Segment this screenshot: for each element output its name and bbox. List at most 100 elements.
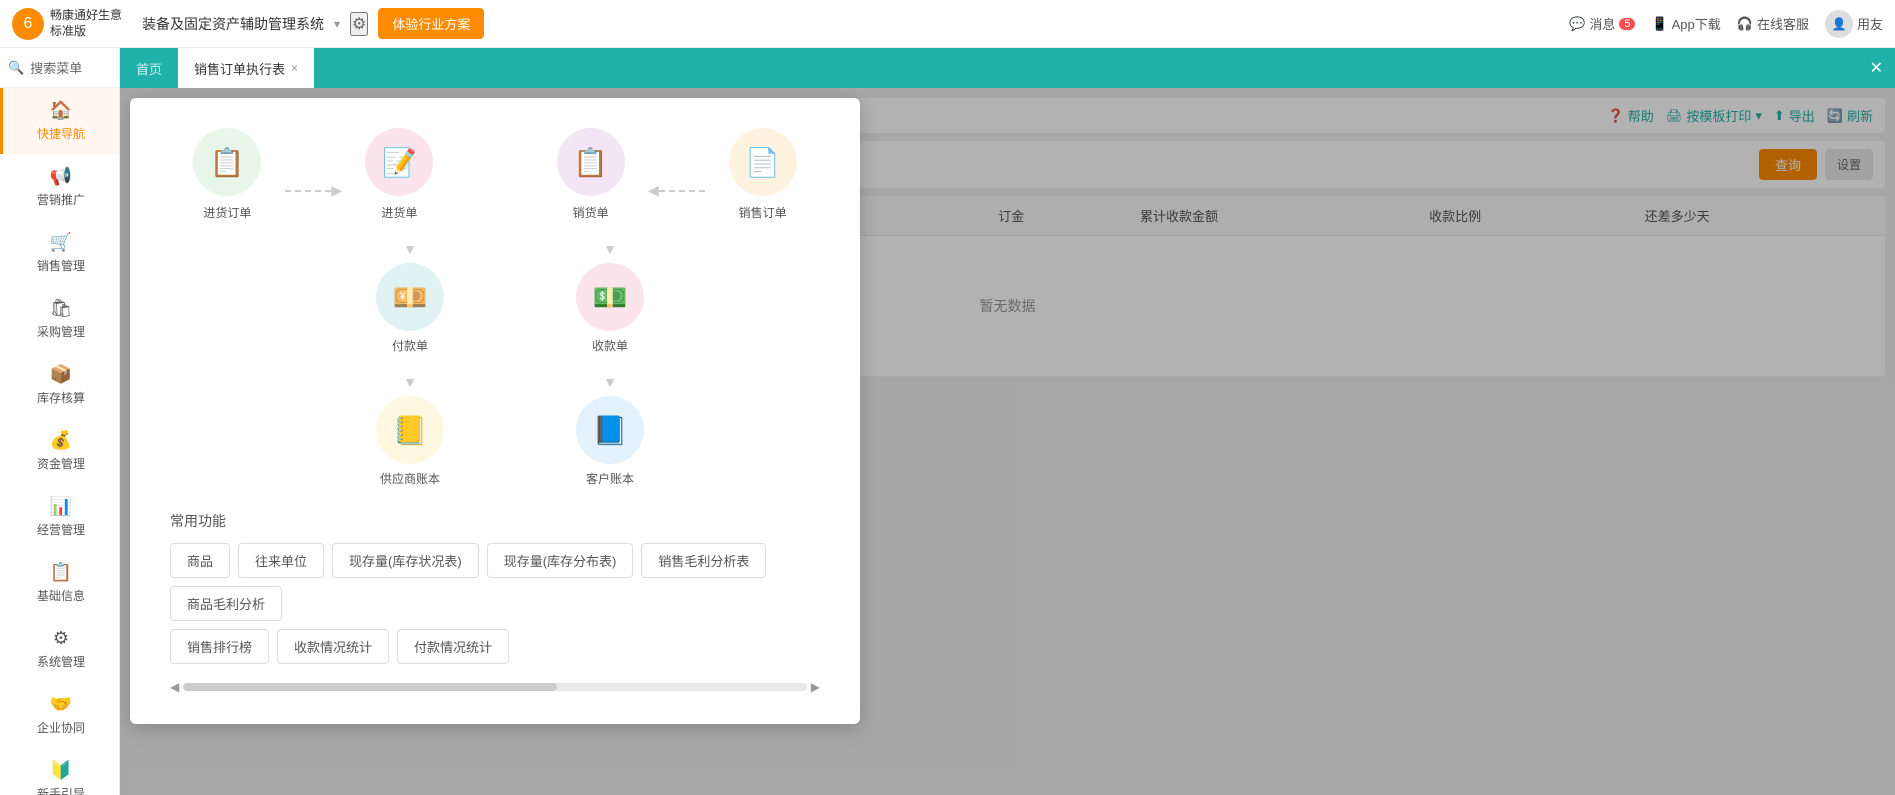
sidebar-item-purchase[interactable]: 🛍 采购管理 <box>0 286 119 352</box>
sidebar-label-purchase: 采购管理 <box>37 323 85 340</box>
enterprise-icon: 🤝 <box>50 694 72 715</box>
cf-btn-stock-dist[interactable]: 现存量(库存分布表) <box>487 543 634 578</box>
customer-ledger-label: 客户账本 <box>586 470 634 487</box>
node-purchase-order[interactable]: 📋 进货订单 <box>170 128 285 221</box>
home-icon: 🏠 <box>50 100 72 121</box>
operations-icon: 📊 <box>50 496 72 517</box>
scroll-thumb[interactable] <box>183 683 557 691</box>
sidebar-search[interactable]: 🔍 搜索菜单 <box>0 48 119 88</box>
logo-area: 6 畅康通好生意 标准版 <box>12 8 132 40</box>
scroll-left-arrow[interactable]: ◀ <box>170 680 179 694</box>
sidebar-label-operations: 经营管理 <box>37 521 85 538</box>
avatar: 👤 <box>1825 10 1853 38</box>
sales-icon: 🛒 <box>50 232 72 253</box>
search-label: 搜索菜单 <box>30 58 82 77</box>
message-badge: 5 <box>1619 18 1635 30</box>
sidebar-item-sales[interactable]: 🛒 销售管理 <box>0 220 119 286</box>
system-icon: ⚙ <box>53 628 69 649</box>
message-icon: 💬 <box>1569 16 1585 32</box>
supplier-ledger-icon: 📒 <box>376 396 444 464</box>
node-sales-order[interactable]: 📄 销售订单 <box>705 128 820 221</box>
flow-row-2: ▼ 💴 付款单 ▼ 💵 收款单 <box>170 241 820 354</box>
sidebar-label-sales: 销售管理 <box>37 257 85 274</box>
sidebar-item-basic-info[interactable]: 📋 基础信息 <box>0 550 119 616</box>
purchase-bill-icon: 📝 <box>365 128 433 196</box>
tab-bar-close-button[interactable]: ✕ <box>1870 58 1883 78</box>
node-sales-bill[interactable]: 📋 销货单 <box>533 128 648 221</box>
sidebar: 🔍 搜索菜单 🏠 快捷导航 📢 营销推广 🛒 销售管理 🛍 采购管理 📦 <box>0 48 120 795</box>
finance-icon: 💰 <box>50 430 72 451</box>
sidebar-item-marketing[interactable]: 📢 营销推广 <box>0 154 119 220</box>
sidebar-label-quick-nav: 快捷导航 <box>37 125 85 142</box>
sales-bill-icon: 📋 <box>557 128 625 196</box>
user-menu-button[interactable]: 👤 用友 <box>1825 10 1883 38</box>
cf-btn-payment-stats[interactable]: 付款情况统计 <box>397 629 509 664</box>
cf-btn-product-profit[interactable]: 商品毛利分析 <box>170 586 282 621</box>
scroll-bar: ◀ ▶ <box>170 680 820 694</box>
online-service-label: 在线客服 <box>1757 14 1809 33</box>
trial-button[interactable]: 体验行业方案 <box>378 8 484 39</box>
app-download-label: App下载 <box>1672 14 1721 33</box>
supplier-ledger-label: 供应商账本 <box>380 470 440 487</box>
sales-order-icon: 📄 <box>729 128 797 196</box>
sidebar-label-marketing: 营销推广 <box>37 191 85 208</box>
content-area: 首页 销售订单执行表 × ✕ ❓ 帮助 🖨 按 <box>120 48 1895 795</box>
common-functions-title: 常用功能 <box>170 511 820 531</box>
app-download-icon: 📱 <box>1651 16 1667 32</box>
sidebar-item-operations[interactable]: 📊 经营管理 <box>0 484 119 550</box>
cf-btn-sales-profit[interactable]: 销售毛利分析表 <box>641 543 766 578</box>
payment-label: 付款单 <box>392 337 428 354</box>
sidebar-item-system[interactable]: ⚙ 系统管理 <box>0 616 119 682</box>
cf-btn-product[interactable]: 商品 <box>170 543 230 578</box>
sidebar-label-basic-info: 基础信息 <box>37 587 85 604</box>
tab-sales-order-label: 销售订单执行表 <box>194 59 285 78</box>
scroll-right-arrow[interactable]: ▶ <box>811 680 820 694</box>
user-label: 用友 <box>1857 14 1883 33</box>
top-bar: 6 畅康通好生意 标准版 装备及固定资产辅助管理系统 ▾ ⚙ 体验行业方案 💬 … <box>0 0 1895 48</box>
cf-btn-stock-status[interactable]: 现存量(库存状况表) <box>332 543 479 578</box>
tab-bar: 首页 销售订单执行表 × ✕ <box>120 48 1895 88</box>
tab-home[interactable]: 首页 <box>120 48 178 88</box>
logo-icon: 6 <box>12 8 44 40</box>
sales-order-label: 销售订单 <box>739 204 787 221</box>
sidebar-item-quick-nav[interactable]: 🏠 快捷导航 <box>0 88 119 154</box>
app-download-button[interactable]: 📱 App下载 <box>1651 14 1720 33</box>
sidebar-item-finance[interactable]: 💰 资金管理 <box>0 418 119 484</box>
sidebar-item-inventory[interactable]: 📦 库存核算 <box>0 352 119 418</box>
message-button[interactable]: 💬 消息 5 <box>1569 14 1635 33</box>
inventory-icon: 📦 <box>50 364 72 385</box>
receipt-label: 收款单 <box>592 337 628 354</box>
sidebar-item-enterprise[interactable]: 🤝 企业协同 <box>0 682 119 748</box>
purchase-bill-label: 进货单 <box>381 204 417 221</box>
sidebar-label-guide: 新手引导 <box>37 785 85 795</box>
common-functions: 常用功能 商品 往来单位 现存量(库存状况表) 现存量(库存分布表) 销售毛利分… <box>170 511 820 664</box>
headset-icon: 🎧 <box>1737 16 1753 32</box>
customer-ledger-icon: 📘 <box>576 396 644 464</box>
basic-info-icon: 📋 <box>50 562 72 583</box>
flow-row-3: ▼ 📒 供应商账本 ▼ 📘 客户账本 <box>170 374 820 487</box>
modal-overlay: 📋 进货订单 ▶ 📝 <box>120 88 1895 795</box>
search-icon: 🔍 <box>8 60 24 76</box>
main-area: 🔍 搜索菜单 🏠 快捷导航 📢 营销推广 🛒 销售管理 🛍 采购管理 📦 <box>0 48 1895 795</box>
node-purchase-bill[interactable]: 📝 进货单 <box>342 128 457 221</box>
online-service-button[interactable]: 🎧 在线客服 <box>1737 14 1809 33</box>
sidebar-item-guide[interactable]: 🔰 新手引导 <box>0 748 119 795</box>
system-dropdown-arrow[interactable]: ▾ <box>334 17 340 31</box>
app-wrapper: 6 畅康通好生意 标准版 装备及固定资产辅助管理系统 ▾ ⚙ 体验行业方案 💬 … <box>0 0 1895 795</box>
cf-btn-receipt-stats[interactable]: 收款情况统计 <box>277 629 389 664</box>
settings-button[interactable]: ⚙ <box>350 12 368 36</box>
scroll-track[interactable] <box>183 683 807 691</box>
logo-text: 畅康通好生意 标准版 <box>50 8 122 39</box>
cf-btn-sales-rank[interactable]: 销售排行榜 <box>170 629 269 664</box>
sidebar-label-system: 系统管理 <box>37 653 85 670</box>
inner-content: ❓ 帮助 🖨 按模板打印 ▾ ⬆ 导出 🔄 刷新 <box>120 88 1895 795</box>
tab-home-label: 首页 <box>136 59 162 78</box>
flow-section: 📋 进货订单 ▶ 📝 <box>170 128 820 487</box>
cf-btn-counterpart[interactable]: 往来单位 <box>238 543 324 578</box>
payment-icon: 💴 <box>376 263 444 331</box>
flow-row-1: 📋 进货订单 ▶ 📝 <box>170 128 820 221</box>
tab-sales-order[interactable]: 销售订单执行表 × <box>178 48 314 88</box>
tab-close-icon[interactable]: × <box>291 61 298 75</box>
system-title: 装备及固定资产辅助管理系统 <box>142 14 324 34</box>
purchase-order-icon: 📋 <box>193 128 261 196</box>
